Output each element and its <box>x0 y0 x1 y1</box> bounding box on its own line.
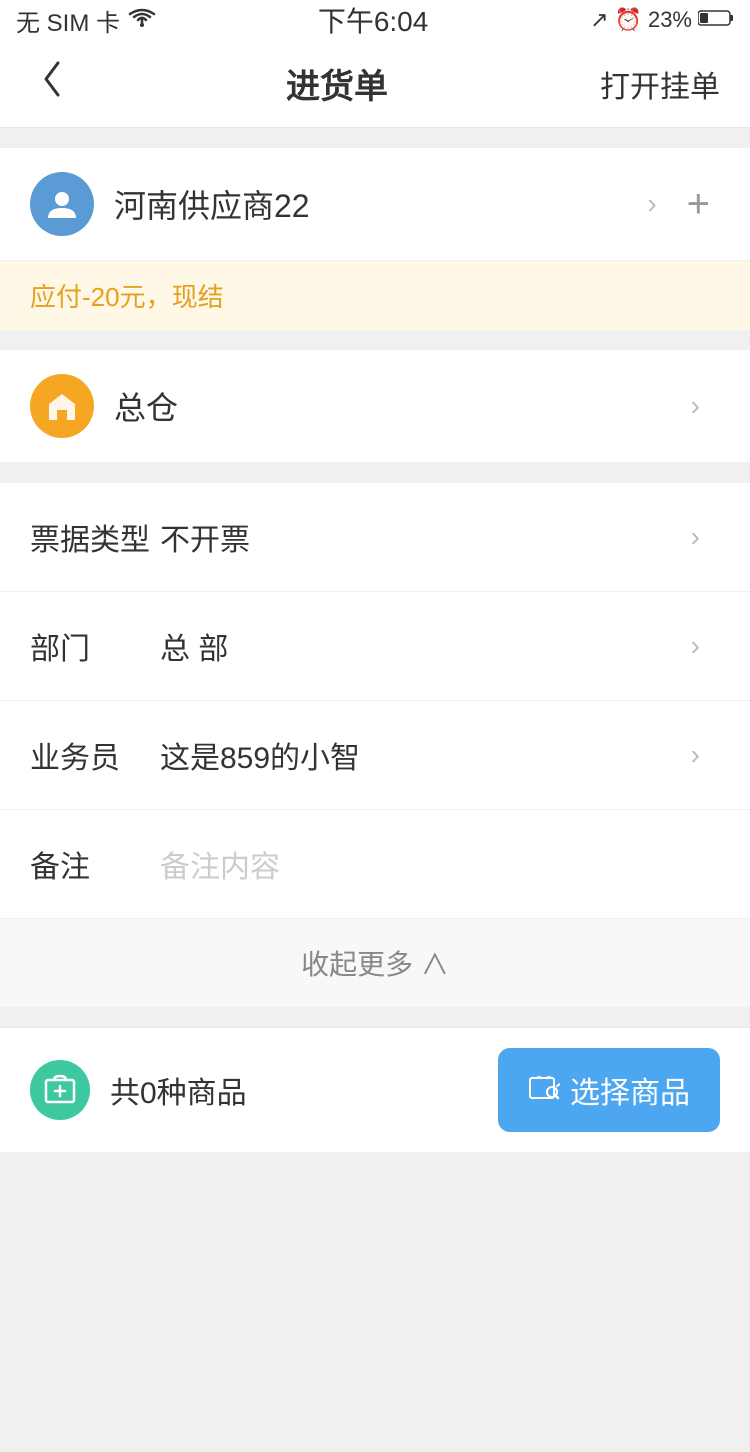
supplier-name: 河南供应商22 <box>114 181 647 227</box>
remark-label: 备注 <box>30 842 160 886</box>
add-button[interactable]: + <box>677 182 720 227</box>
select-product-button[interactable]: 选择商品 <box>498 1048 720 1132</box>
content-area <box>0 1152 750 1452</box>
warehouse-icon <box>30 374 94 438</box>
wifi-icon <box>128 6 156 34</box>
alarm-icon: ⏰ <box>615 7 642 33</box>
product-icon <box>30 1060 90 1120</box>
salesperson-label: 业务员 <box>30 733 160 777</box>
invoice-type-row[interactable]: 票据类型 不开票 › <box>0 483 750 592</box>
invoice-type-value: 不开票 <box>160 515 691 559</box>
gap-1 <box>0 128 750 148</box>
salesperson-value: 这是859的小智 <box>160 733 691 777</box>
bottom-bar: 共0种商品 选择商品 <box>0 1027 750 1152</box>
page-title: 进货单 <box>286 59 388 108</box>
status-time: 下午6:04 <box>318 0 429 40</box>
department-label: 部门 <box>30 624 160 668</box>
gap-4 <box>0 1007 750 1027</box>
back-button[interactable] <box>30 49 74 118</box>
remark-row[interactable]: 备注 备注内容 <box>0 810 750 919</box>
remark-input[interactable]: 备注内容 <box>160 842 720 886</box>
warehouse-name: 总仓 <box>114 383 691 429</box>
salesperson-row[interactable]: 业务员 这是859的小智 › <box>0 701 750 810</box>
sim-label: 无 SIM 卡 <box>16 3 120 38</box>
chevron-right-icon: › <box>691 739 700 771</box>
supplier-row[interactable]: 河南供应商22 › + <box>0 148 750 261</box>
warehouse-row[interactable]: 总仓 › <box>0 350 750 463</box>
location-icon: ↗ <box>590 7 608 33</box>
chevron-right-icon: › <box>691 390 700 422</box>
status-right: ↗ ⏰ 23% <box>590 7 734 33</box>
status-bar: 无 SIM 卡 下午6:04 ↗ ⏰ 23% <box>0 0 750 40</box>
nav-bar: 进货单 打开挂单 <box>0 40 750 128</box>
invoice-type-label: 票据类型 <box>30 515 160 559</box>
select-product-label: 选择商品 <box>570 1068 690 1112</box>
chevron-right-icon: › <box>691 521 700 553</box>
battery-label: 23% <box>648 7 692 33</box>
gap-2 <box>0 330 750 350</box>
gap-3 <box>0 463 750 483</box>
supplier-avatar <box>30 172 94 236</box>
chevron-right-icon: › <box>691 630 700 662</box>
warehouse-section: 总仓 › <box>0 350 750 463</box>
chevron-right-icon: › <box>647 188 656 220</box>
open-pending-button[interactable]: 打开挂单 <box>600 62 720 106</box>
status-left: 无 SIM 卡 <box>16 3 156 38</box>
supplier-section: 河南供应商22 › + 应付-20元，现结 <box>0 148 750 330</box>
department-row[interactable]: 部门 总 部 › <box>0 592 750 701</box>
notice-bar: 应付-20元，现结 <box>0 261 750 330</box>
product-count: 共0种商品 <box>110 1068 498 1112</box>
department-value: 总 部 <box>160 624 691 668</box>
form-section: 票据类型 不开票 › 部门 总 部 › 业务员 这是859的小智 › 备注 备注… <box>0 483 750 919</box>
battery-icon <box>698 7 734 33</box>
collapse-button[interactable]: 收起更多 ∧ <box>0 919 750 1007</box>
